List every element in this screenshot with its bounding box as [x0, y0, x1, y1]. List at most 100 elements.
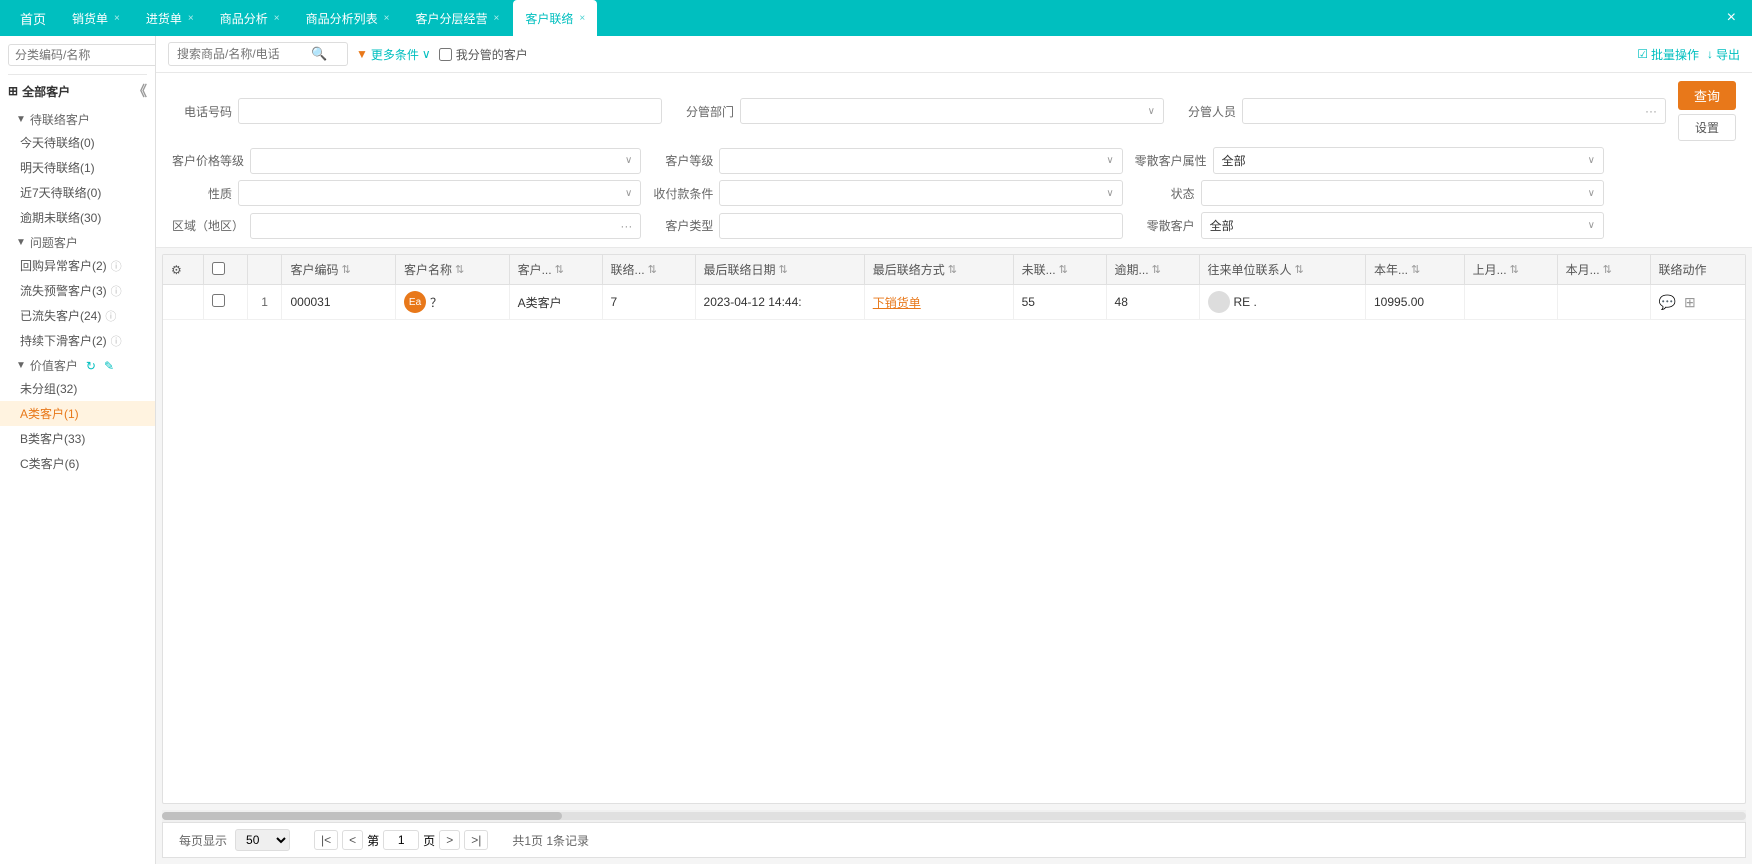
close-icon[interactable]: × — [274, 13, 280, 24]
filter-search-box[interactable]: 🔍 — [168, 42, 348, 66]
col-action: 联络动作 — [1650, 255, 1745, 285]
first-page-btn[interactable]: |< — [314, 830, 338, 850]
edit-icon[interactable]: ✎ — [104, 359, 114, 373]
col-this-year[interactable]: 本年...⇅ — [1366, 255, 1465, 285]
export-button[interactable]: ↓ 导出 — [1707, 46, 1740, 63]
customer-type-input[interactable] — [719, 213, 1122, 239]
sidebar-item-c-class[interactable]: C类客户(6) — [0, 451, 155, 476]
query-button[interactable]: 查询 — [1678, 81, 1736, 110]
manager-input[interactable]: ··· — [1242, 98, 1666, 124]
setting-button[interactable]: 设置 — [1678, 114, 1736, 141]
sidebar-item-overdue[interactable]: 逾期未联络(30) — [0, 205, 155, 230]
col-level[interactable]: 客户...⇅ — [509, 255, 602, 285]
sidebar-all-customers[interactable]: ⊞ 全部客户 《 — [0, 75, 155, 107]
my-customers-check[interactable] — [439, 48, 452, 61]
col-last-contact-date[interactable]: 最后联络日期⇅ — [695, 255, 864, 285]
refresh-icon[interactable]: ↻ — [86, 359, 96, 373]
sort-icon[interactable]: ⇅ — [455, 263, 464, 276]
section-pending-label: 待联络客户 — [30, 111, 90, 128]
batch-op-button[interactable]: ☑ 批量操作 — [1637, 46, 1699, 63]
next-page-btn[interactable]: > — [439, 830, 460, 850]
nav-tab-customer-tier[interactable]: 客户分层经营 × — [403, 0, 511, 36]
close-icon[interactable]: × — [384, 13, 390, 24]
close-icon[interactable]: × — [493, 13, 499, 24]
retail-customer-select[interactable]: 全部∨ — [1201, 212, 1604, 239]
sidebar-item-declining[interactable]: 持续下滑客户(2) ⓘ — [0, 328, 155, 353]
sort-icon[interactable]: ⇅ — [948, 263, 957, 276]
table-header-row: ⚙ 客户编码⇅ 客户名称⇅ 客户...⇅ 联络...⇅ 最后联络日期⇅ 最后联络… — [163, 255, 1745, 285]
sort-icon[interactable]: ⇅ — [1603, 263, 1612, 276]
contact-method-link[interactable]: 下销货单 — [873, 296, 921, 310]
search-input[interactable] — [177, 47, 307, 61]
col-contact[interactable]: 联络...⇅ — [602, 255, 695, 285]
col-this-month[interactable]: 本月...⇅ — [1557, 255, 1650, 285]
price-level-select[interactable]: ∨ — [250, 148, 641, 174]
sort-icon[interactable]: ⇅ — [779, 263, 788, 276]
nav-tab-sales[interactable]: 销货单 × — [60, 0, 132, 36]
sort-icon[interactable]: ⇅ — [1295, 263, 1304, 276]
row-checkbox[interactable] — [212, 294, 225, 307]
chat-icon[interactable]: 💬 — [1659, 294, 1676, 311]
nav-tab-purchase[interactable]: 进货单 × — [134, 0, 206, 36]
sidebar-item-b-class[interactable]: B类客户(33) — [0, 426, 155, 451]
cell-checkbox[interactable] — [203, 285, 247, 320]
sidebar-search-input[interactable] — [8, 44, 156, 66]
sidebar-item-unclassified[interactable]: 未分组(32) — [0, 376, 155, 401]
sidebar-item-tomorrow[interactable]: 明天待联络(1) — [0, 155, 155, 180]
col-name[interactable]: 客户名称⇅ — [396, 255, 510, 285]
dept-select[interactable]: ∨ — [740, 98, 1164, 124]
horizontal-scrollbar[interactable] — [162, 810, 1746, 822]
col-code[interactable]: 客户编码⇅ — [282, 255, 396, 285]
sidebar-item-repurchase-abnormal[interactable]: 回购异常客户(2) ⓘ — [0, 253, 155, 278]
phone-input[interactable] — [238, 98, 662, 124]
sidebar-item-churn-warning[interactable]: 流失预警客户(3) ⓘ — [0, 278, 155, 303]
qr-icon[interactable]: ⊞ — [1684, 294, 1696, 311]
close-icon[interactable]: × — [579, 13, 585, 24]
sort-icon[interactable]: ⇅ — [1510, 263, 1519, 276]
customer-level-select[interactable]: ∨ — [719, 148, 1122, 174]
more-filter-btn[interactable]: ▼ 更多条件 ∨ — [356, 46, 431, 63]
payment-select[interactable]: ∨ — [719, 180, 1122, 206]
nature-select[interactable]: ∨ — [238, 180, 641, 206]
col-company-contact[interactable]: 往来单位联系人⇅ — [1199, 255, 1365, 285]
collapse-icon[interactable]: 《 — [133, 81, 147, 101]
cell-last-contact-method[interactable]: 下销货单 — [864, 285, 1013, 320]
col-checkbox[interactable] — [203, 255, 247, 285]
retail-attr-select[interactable]: 全部∨ — [1213, 147, 1604, 174]
col-last-month[interactable]: 上月...⇅ — [1464, 255, 1557, 285]
my-customers-checkbox[interactable]: 我分管的客户 — [439, 46, 528, 63]
sort-icon[interactable]: ⇅ — [1411, 263, 1420, 276]
sort-icon[interactable]: ⇅ — [1152, 263, 1161, 276]
sidebar-item-a-class[interactable]: A类客户(1) — [0, 401, 155, 426]
nav-home[interactable]: 首页 — [8, 0, 58, 36]
region-input[interactable]: ··· — [250, 213, 641, 239]
sidebar-item-churned[interactable]: 已流失客户(24) ⓘ — [0, 303, 155, 328]
window-close-icon[interactable]: × — [1719, 9, 1744, 27]
col-settings[interactable]: ⚙ — [163, 255, 203, 285]
sidebar-section-pending[interactable]: ▼ 待联络客户 — [0, 107, 155, 130]
sidebar-item-today[interactable]: 今天待联络(0) — [0, 130, 155, 155]
prev-page-btn[interactable]: < — [342, 830, 363, 850]
close-icon[interactable]: × — [114, 13, 120, 24]
nav-tab-customer-contact[interactable]: 客户联络 × — [513, 0, 597, 36]
settings-icon[interactable]: ⚙ — [171, 263, 182, 277]
sort-icon[interactable]: ⇅ — [555, 263, 564, 276]
sort-icon[interactable]: ⇅ — [648, 263, 657, 276]
page-number-input[interactable] — [383, 830, 419, 850]
col-overdue[interactable]: 逾期...⇅ — [1106, 255, 1199, 285]
status-select[interactable]: ∨ — [1201, 180, 1604, 206]
per-page-select[interactable]: 50 100 200 — [235, 829, 290, 851]
col-not-contacted[interactable]: 未联...⇅ — [1013, 255, 1106, 285]
scrollbar-thumb[interactable] — [162, 812, 562, 820]
close-icon[interactable]: × — [188, 13, 194, 24]
col-last-contact-method[interactable]: 最后联络方式⇅ — [864, 255, 1013, 285]
sort-icon[interactable]: ⇅ — [342, 263, 351, 276]
last-page-btn[interactable]: >| — [464, 830, 488, 850]
sidebar-item-7days[interactable]: 近7天待联络(0) — [0, 180, 155, 205]
nav-tab-analysis[interactable]: 商品分析 × — [208, 0, 292, 36]
sidebar-section-problem[interactable]: ▼ 问题客户 — [0, 230, 155, 253]
select-all-checkbox[interactable] — [212, 262, 225, 275]
nav-tab-analysis-list[interactable]: 商品分析列表 × — [294, 0, 402, 36]
search-icon[interactable]: 🔍 — [311, 46, 327, 62]
sort-icon[interactable]: ⇅ — [1059, 263, 1068, 276]
